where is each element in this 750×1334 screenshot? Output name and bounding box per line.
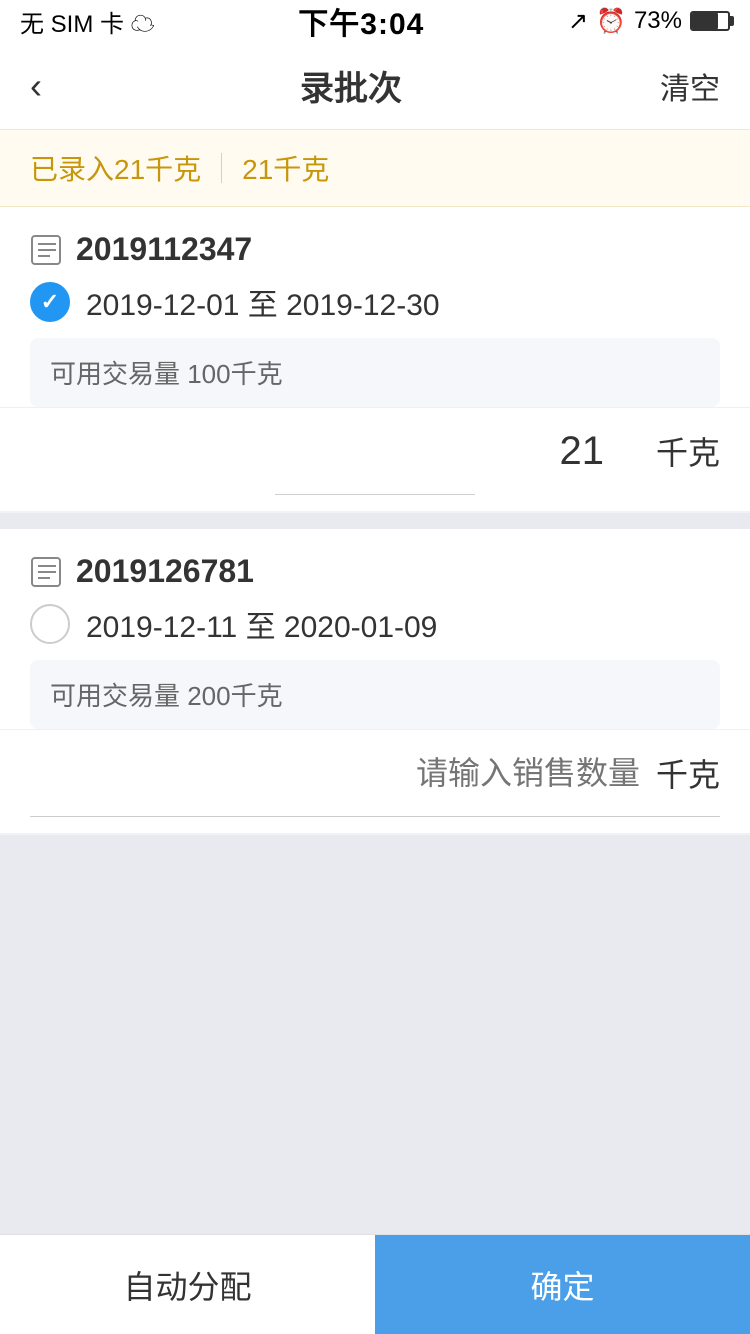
clear-button[interactable]: 清空 bbox=[660, 64, 720, 108]
batch-item-1: 2019112347 2019-12-01 至 2019-12-30 可用交易量… bbox=[0, 207, 750, 407]
alarm-icon: ⏰ bbox=[596, 7, 626, 36]
batch-avail-2: 可用交易量 200千克 bbox=[30, 660, 720, 729]
batch-id-1: 2019112347 bbox=[76, 231, 252, 268]
quantity-unit-1: 千克 bbox=[656, 428, 720, 474]
confirm-button[interactable]: 确定 bbox=[375, 1235, 750, 1334]
bottom-bar: 自动分配 确定 bbox=[0, 1234, 750, 1334]
batch-id-2: 2019126781 bbox=[76, 553, 254, 590]
nav-bar: ‹ 录批次 清空 bbox=[0, 42, 750, 130]
quantity-row-1: 21 千克 bbox=[0, 407, 750, 494]
auto-distribute-button[interactable]: 自动分配 bbox=[0, 1235, 375, 1334]
document-icon-1 bbox=[30, 234, 66, 266]
location-icon: ↗ bbox=[568, 7, 588, 36]
batch-date-1: 2019-12-01 至 2019-12-30 bbox=[86, 280, 440, 324]
input-underline bbox=[30, 816, 720, 817]
document-icon-2 bbox=[30, 556, 66, 588]
radio-2[interactable] bbox=[30, 604, 70, 644]
batch-date-row-1[interactable]: 2019-12-01 至 2019-12-30 bbox=[30, 280, 720, 324]
gray-area bbox=[0, 835, 750, 1265]
batch-card-2: 2019126781 2019-12-11 至 2020-01-09 可用交易量… bbox=[0, 529, 750, 833]
radio-1[interactable] bbox=[30, 282, 70, 322]
banner-divider bbox=[221, 153, 222, 183]
quantity-input-2[interactable] bbox=[340, 755, 640, 792]
batch-date-row-2[interactable]: 2019-12-11 至 2020-01-09 bbox=[30, 602, 720, 646]
batch-avail-1: 可用交易量 100千克 bbox=[30, 338, 720, 407]
status-right: ↗ ⏰ 73% bbox=[568, 7, 730, 36]
status-bar: 无 SIM 卡 ☁ 下午3:04 ↗ ⏰ 73% bbox=[0, 0, 750, 42]
recorded-amount-value: 21千克 bbox=[242, 148, 329, 188]
separator-1 bbox=[275, 494, 475, 495]
status-left: 无 SIM 卡 ☁ bbox=[20, 4, 155, 39]
batch-date-2: 2019-12-11 至 2020-01-09 bbox=[86, 602, 437, 646]
sim-label: 无 SIM 卡 ☁ bbox=[20, 4, 155, 39]
status-time: 下午3:04 bbox=[298, 0, 424, 43]
quantity-unit-2: 千克 bbox=[656, 750, 720, 796]
quantity-row-2: 千克 bbox=[0, 729, 750, 816]
batch-header-1: 2019112347 bbox=[30, 231, 720, 268]
battery-percent: 73% bbox=[634, 7, 682, 35]
back-button[interactable]: ‹ bbox=[30, 65, 42, 107]
batch-card-1: 2019112347 2019-12-01 至 2019-12-30 可用交易量… bbox=[0, 207, 750, 511]
quantity-value-1: 21 bbox=[559, 429, 604, 474]
section-divider bbox=[0, 513, 750, 529]
batch-header-2: 2019126781 bbox=[30, 553, 720, 590]
batch-item-2: 2019126781 2019-12-11 至 2020-01-09 可用交易量… bbox=[0, 529, 750, 729]
recorded-amount-label: 已录入21千克 bbox=[30, 148, 201, 188]
page-title: 录批次 bbox=[300, 61, 402, 110]
info-banner: 已录入21千克 21千克 bbox=[0, 130, 750, 207]
battery-icon bbox=[690, 11, 730, 31]
